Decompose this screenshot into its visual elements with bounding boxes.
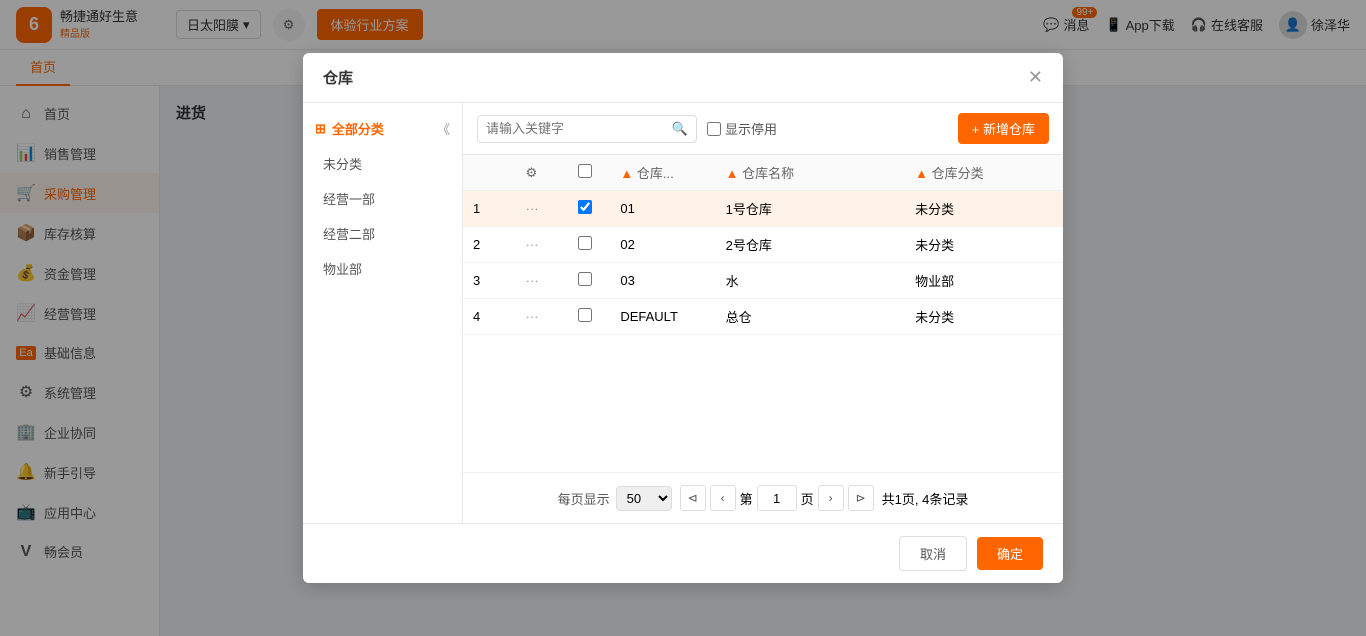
row-name: 总仓 bbox=[716, 299, 905, 335]
search-input[interactable] bbox=[478, 116, 664, 141]
select-all-checkbox[interactable] bbox=[578, 164, 592, 178]
first-page-button[interactable]: ⊲ bbox=[680, 485, 706, 511]
row-gear[interactable]: ··· bbox=[516, 227, 569, 263]
row-num: 4 bbox=[463, 299, 516, 335]
row-code: 01 bbox=[610, 191, 715, 227]
row-checkbox[interactable] bbox=[578, 200, 592, 214]
col-name-header[interactable]: ▲ 仓库名称 bbox=[716, 155, 905, 191]
row-checkbox[interactable] bbox=[578, 308, 592, 322]
col-num-header bbox=[463, 155, 516, 191]
pagination: 每页显示 50 10 20 100 ⊲ ‹ 第 bbox=[463, 472, 1063, 523]
add-warehouse-button[interactable]: + 新增仓库 bbox=[958, 113, 1049, 144]
table-row[interactable]: 2 ··· 02 2号仓库 未分类 bbox=[463, 227, 1063, 263]
col-cat-header[interactable]: ▲ 仓库分类 bbox=[905, 155, 1063, 191]
sort-up-icon: ▲ bbox=[620, 166, 633, 181]
table-body: 1 ··· 01 1号仓库 未分类 2 ··· 02 2号仓库 未分类 3 ··… bbox=[463, 191, 1063, 335]
row-checkbox[interactable] bbox=[578, 272, 592, 286]
row-checkbox[interactable] bbox=[578, 236, 592, 250]
row-category: 未分类 bbox=[905, 191, 1063, 227]
row-check[interactable] bbox=[568, 263, 610, 299]
modal-title: 仓库 bbox=[323, 67, 353, 88]
sort-up-icon2: ▲ bbox=[726, 166, 739, 181]
row-code: 02 bbox=[610, 227, 715, 263]
row-category: 物业部 bbox=[905, 263, 1063, 299]
row-check[interactable] bbox=[568, 299, 610, 335]
row-gear[interactable]: ··· bbox=[516, 263, 569, 299]
total-info: 共1页, 4条记录 bbox=[882, 489, 969, 508]
table-row[interactable]: 1 ··· 01 1号仓库 未分类 bbox=[463, 191, 1063, 227]
row-name: 水 bbox=[716, 263, 905, 299]
all-categories-button[interactable]: ⊞ 全部分类 《 bbox=[303, 111, 462, 146]
category-item-op1[interactable]: 经营一部 bbox=[303, 181, 462, 216]
col-gear-header: ⚙ bbox=[516, 155, 569, 191]
row-code: DEFAULT bbox=[610, 299, 715, 335]
row-num: 2 bbox=[463, 227, 516, 263]
show-disabled-toggle[interactable]: 显示停用 bbox=[707, 119, 777, 138]
page-di-label: 第 bbox=[740, 489, 753, 508]
warehouse-right-panel: 🔍 显示停用 + 新增仓库 bbox=[463, 103, 1063, 523]
cancel-button[interactable]: 取消 bbox=[899, 536, 967, 571]
warehouse-toolbar: 🔍 显示停用 + 新增仓库 bbox=[463, 103, 1063, 155]
per-page-select[interactable]: 50 10 20 100 bbox=[616, 486, 672, 511]
grid-icon: ⊞ bbox=[315, 121, 326, 137]
modal-overlay: 仓库 ✕ ⊞ 全部分类 《 未分类 bbox=[0, 0, 1366, 636]
show-disabled-checkbox[interactable] bbox=[707, 122, 721, 136]
row-num: 1 bbox=[463, 191, 516, 227]
row-num: 3 bbox=[463, 263, 516, 299]
per-page-control: 每页显示 50 10 20 100 bbox=[558, 486, 672, 511]
confirm-button[interactable]: 确定 bbox=[977, 537, 1043, 570]
last-page-button[interactable]: ⊳ bbox=[848, 485, 874, 511]
category-item-unclassified[interactable]: 未分类 bbox=[303, 146, 462, 181]
col-code-header[interactable]: ▲ 仓库... bbox=[610, 155, 715, 191]
row-category: 未分类 bbox=[905, 227, 1063, 263]
col-check-header bbox=[568, 155, 610, 191]
page-number-input[interactable] bbox=[757, 485, 797, 511]
page-navigation: ⊲ ‹ 第 页 › ⊳ bbox=[680, 485, 874, 511]
row-gear[interactable]: ··· bbox=[516, 191, 569, 227]
modal-footer: 取消 确定 bbox=[303, 523, 1063, 583]
row-check[interactable] bbox=[568, 227, 610, 263]
warehouse-modal: 仓库 ✕ ⊞ 全部分类 《 未分类 bbox=[303, 53, 1063, 583]
all-categories-label: 全部分类 bbox=[332, 119, 384, 138]
modal-close-button[interactable]: ✕ bbox=[1028, 67, 1043, 88]
modal-body: ⊞ 全部分类 《 未分类 经营一部 经营二部 物业 bbox=[303, 103, 1063, 523]
row-category: 未分类 bbox=[905, 299, 1063, 335]
search-icon[interactable]: 🔍 bbox=[664, 116, 696, 142]
per-page-label: 每页显示 bbox=[558, 489, 610, 508]
category-item-op2[interactable]: 经营二部 bbox=[303, 216, 462, 251]
row-check[interactable] bbox=[568, 191, 610, 227]
search-box: 🔍 bbox=[477, 115, 697, 143]
modal-header: 仓库 ✕ bbox=[303, 53, 1063, 103]
warehouse-table-container: ⚙ ▲ 仓库... ▲ bbox=[463, 155, 1063, 472]
collapse-icon: 《 bbox=[437, 119, 450, 138]
next-page-button[interactable]: › bbox=[818, 485, 844, 511]
row-gear[interactable]: ··· bbox=[516, 299, 569, 335]
table-header: ⚙ ▲ 仓库... ▲ bbox=[463, 155, 1063, 191]
page-label: 页 bbox=[801, 489, 814, 508]
category-sidebar: ⊞ 全部分类 《 未分类 经营一部 经营二部 物业 bbox=[303, 103, 463, 523]
table-row[interactable]: 3 ··· 03 水 物业部 bbox=[463, 263, 1063, 299]
prev-page-button[interactable]: ‹ bbox=[710, 485, 736, 511]
sort-up-icon3: ▲ bbox=[915, 166, 928, 181]
row-name: 1号仓库 bbox=[716, 191, 905, 227]
table-row[interactable]: 4 ··· DEFAULT 总仓 未分类 bbox=[463, 299, 1063, 335]
row-code: 03 bbox=[610, 263, 715, 299]
warehouse-table: ⚙ ▲ 仓库... ▲ bbox=[463, 155, 1063, 335]
category-item-property[interactable]: 物业部 bbox=[303, 251, 462, 286]
row-name: 2号仓库 bbox=[716, 227, 905, 263]
